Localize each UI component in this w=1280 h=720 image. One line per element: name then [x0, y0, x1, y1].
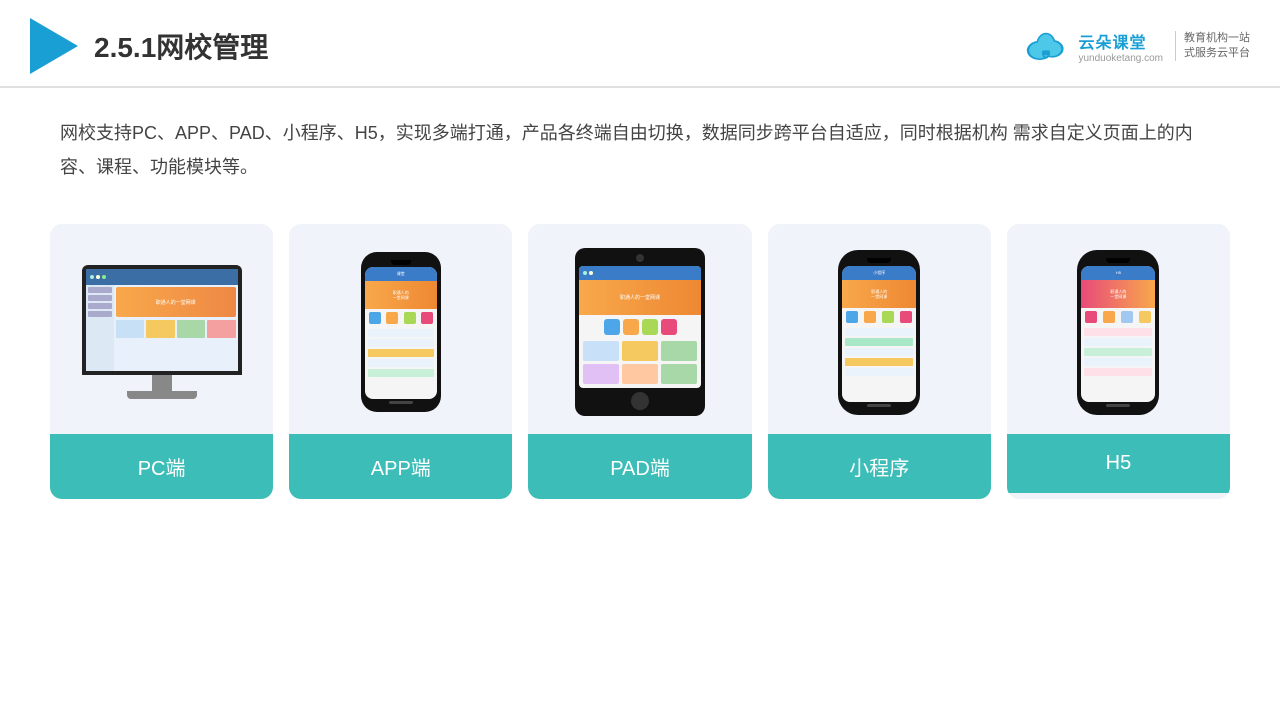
miniprogram-home-bar	[867, 404, 891, 407]
card-pad: 职通人的一堂网课	[528, 224, 751, 499]
monitor-body: 职通人的一堂网课	[82, 265, 242, 375]
brand-name: 云朵课堂	[1078, 29, 1146, 53]
app-phone-mockup: 课堂 职通人的一堂网课	[361, 252, 441, 412]
phone-notch	[391, 260, 411, 265]
card-pad-image: 职通人的一堂网课	[528, 224, 751, 434]
header: 2.5.1网校管理 云朵课堂 yunduoketang.com 教育机构一站式服…	[0, 0, 1280, 88]
card-app-label: APP端	[289, 434, 512, 499]
phone-notch-h5	[1106, 258, 1130, 263]
brand-text: 云朵课堂 yunduoketang.com	[1078, 29, 1163, 64]
h5-home-bar	[1106, 404, 1130, 407]
card-miniprogram: 小程序 职通人的一堂网课	[768, 224, 991, 499]
card-h5-label: H5	[1007, 434, 1230, 493]
card-h5: H5 职通人的一堂网课	[1007, 224, 1230, 499]
card-pad-label: PAD端	[528, 434, 751, 499]
tablet-btn	[636, 254, 644, 262]
monitor-screen: 职通人的一堂网课	[86, 269, 238, 371]
card-miniprogram-label: 小程序	[768, 434, 991, 499]
pc-monitor: 职通人的一堂网课	[82, 265, 242, 399]
h5-phone-mockup: H5 职通人的一堂网课	[1077, 250, 1159, 415]
cards-container: 职通人的一堂网课	[0, 194, 1280, 499]
page-title: 2.5.1网校管理	[94, 26, 268, 66]
card-pc: 职通人的一堂网课	[50, 224, 273, 499]
brand-url: yunduoketang.com	[1078, 53, 1163, 64]
tablet-screen: 职通人的一堂网课	[579, 266, 701, 388]
phone-screen: 课堂 职通人的一堂网课	[365, 267, 437, 399]
logo-triangle-icon	[30, 18, 78, 74]
cloud-icon	[1022, 28, 1070, 64]
phone-notch-mini	[867, 258, 891, 263]
card-miniprogram-image: 小程序 职通人的一堂网课	[768, 224, 991, 434]
h5-screen: H5 职通人的一堂网课	[1081, 266, 1155, 402]
description-paragraph: 网校支持PC、APP、PAD、小程序、H5，实现多端打通，产品各终端自由切换，数…	[60, 116, 1220, 184]
brand-slogan: 教育机构一站式服务云平台	[1175, 31, 1250, 62]
card-app-image: 课堂 职通人的一堂网课	[289, 224, 512, 434]
tablet-mockup: 职通人的一堂网课	[575, 248, 705, 416]
card-pc-label: PC端	[50, 434, 273, 499]
miniprogram-screen: 小程序 职通人的一堂网课	[842, 266, 916, 402]
header-right: 云朵课堂 yunduoketang.com 教育机构一站式服务云平台	[1022, 28, 1250, 64]
tablet-home-btn	[631, 392, 649, 410]
monitor-base	[127, 391, 197, 399]
description-text: 网校支持PC、APP、PAD、小程序、H5，实现多端打通，产品各终端自由切换，数…	[0, 88, 1280, 184]
brand-logo	[1022, 28, 1070, 64]
header-left: 2.5.1网校管理	[30, 18, 268, 74]
card-app: 课堂 职通人的一堂网课	[289, 224, 512, 499]
miniprogram-phone-mockup: 小程序 职通人的一堂网课	[838, 250, 920, 415]
monitor-neck	[152, 375, 172, 391]
card-pc-image: 职通人的一堂网课	[50, 224, 273, 434]
card-h5-image: H5 职通人的一堂网课	[1007, 224, 1230, 434]
phone-home-bar	[389, 401, 413, 404]
